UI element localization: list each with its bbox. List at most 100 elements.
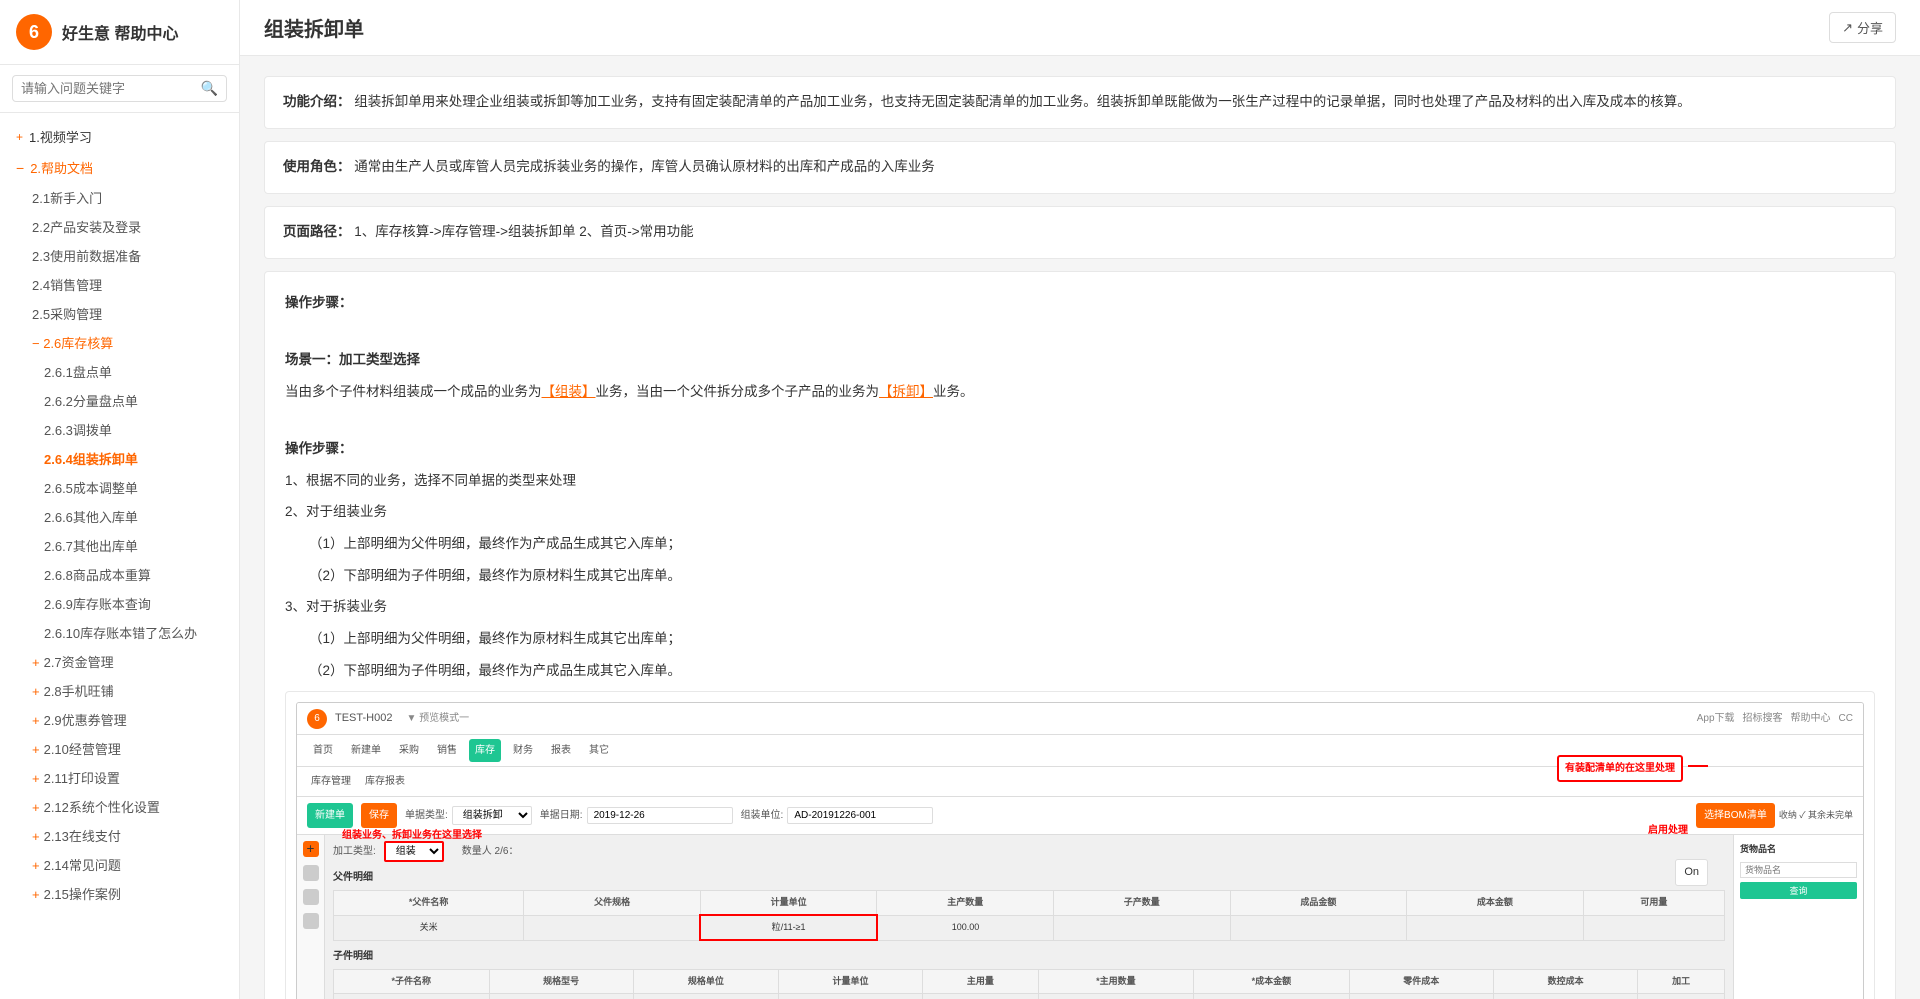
sidebar-item-other-in[interactable]: 2.6.6其他入库单: [0, 502, 239, 531]
sidebar-item-ledger[interactable]: 2.6.9库存账本查询: [0, 589, 239, 618]
mock-help: 帮助中心: [1791, 709, 1831, 728]
step3-1: （1）上部明细为父件明细，最终作为原材料生成其它出库单；: [285, 626, 1875, 652]
step1: 1、根据不同的业务，选择不同单据的类型来处理: [285, 468, 1875, 494]
sidebar-item-stocktake[interactable]: 2.6.1盘点单: [0, 357, 239, 386]
mock-icon-1[interactable]: +: [303, 841, 319, 857]
mock-nav-finance[interactable]: 财务: [507, 739, 539, 762]
sidebar-item-cost-recalc[interactable]: 2.6.8商品成本重算: [0, 560, 239, 589]
mock-field-id-input[interactable]: [787, 807, 933, 824]
mock-bidding: 招标搜客: [1743, 709, 1783, 728]
search-box[interactable]: 🔍: [12, 75, 227, 102]
role-block: 使用角色： 通常由生产人员或库管人员完成拆装业务的操作，库管人员确认原材料的出库…: [264, 141, 1896, 194]
mock-lth-1: *子件名称: [334, 970, 490, 994]
sidebar-item-prepare[interactable]: 2.3使用前数据准备: [0, 241, 239, 270]
sidebar-item-other-out[interactable]: 2.6.7其他出库单: [0, 531, 239, 560]
mock-nav-other[interactable]: 其它: [583, 739, 615, 762]
sidebar-item-purchase[interactable]: 2.5采购管理: [0, 299, 239, 328]
annotation-bom: 有装配清单的在这里处理: [1557, 755, 1683, 782]
mock-bom-btn[interactable]: 选择BOM清单: [1696, 803, 1775, 828]
sidebar-item-assembly[interactable]: 2.6.4组装拆卸单: [0, 444, 239, 473]
mock-lc-1: 黄豆 1: [334, 994, 490, 999]
mock-upper-table: *父件名称 父件规格 计量单位 主产数量 子产数量 成品金额 成本金额 可用量: [333, 890, 1725, 941]
sidebar-item-inventory[interactable]: − 2.6库存核算: [0, 328, 239, 357]
mock-nav-sales[interactable]: 销售: [431, 739, 463, 762]
mock-nav-home[interactable]: 首页: [307, 739, 339, 762]
mock-upper-label: 父件明细: [333, 868, 1725, 887]
sidebar-item-cost-adjust[interactable]: 2.6.5成本调整单: [0, 473, 239, 502]
sidebar-item-faq[interactable]: +2.14常见问题: [0, 850, 239, 879]
mock-save-btn[interactable]: 保存: [361, 803, 397, 828]
sidebar-item-docs[interactable]: − 2.帮助文档: [0, 152, 239, 183]
sidebar-item-ledger-fix[interactable]: 2.6.10库存账本错了怎么办: [0, 618, 239, 647]
mock-lth-9: 数控成本: [1493, 970, 1637, 994]
path-text: 1、库存核算->库存管理->组装拆卸单 2、首页->常用功能: [354, 224, 693, 239]
sidebar-item-install[interactable]: 2.2产品安装及登录: [0, 212, 239, 241]
sidebar-item-finance[interactable]: +2.7资金管理: [0, 647, 239, 676]
sidebar: 6 好生意 帮助中心 🔍 + 1.视频学习 − 2.帮助文档 2.1新手入门 2…: [0, 0, 240, 999]
sidebar-item-sales[interactable]: 2.4销售管理: [0, 270, 239, 299]
mock-upper-cell-amt1: [1230, 915, 1407, 940]
mock-lth-8: 零件成本: [1349, 970, 1493, 994]
mock-nav-reports[interactable]: 报表: [545, 739, 577, 762]
sidebar-item-cases[interactable]: +2.15操作案例: [0, 879, 239, 908]
search-area: 🔍: [0, 65, 239, 113]
mock-subnav-item1[interactable]: 库存管理: [307, 770, 355, 793]
mock-field-id-label: 组装单位:: [741, 806, 784, 825]
sidebar-item-payment[interactable]: +2.13在线支付: [0, 821, 239, 850]
search-input[interactable]: [21, 81, 201, 96]
assembly-link[interactable]: 【组装】: [542, 384, 596, 399]
mock-rp-input[interactable]: [1740, 862, 1857, 878]
mock-field-type-input[interactable]: 组装拆卸: [452, 806, 532, 825]
share-icon: ↗: [1842, 20, 1853, 36]
mock-body: + 加工类型: 组装 拆卸: [297, 835, 1863, 999]
mock-lth-6: *主用数量: [1038, 970, 1194, 994]
mock-lc-6: [1038, 994, 1194, 999]
mock-lc-8: 0.00: [1349, 994, 1493, 999]
mock-upper-cell-qty2: [1053, 915, 1230, 940]
logo-area: 6 好生意 帮助中心: [0, 0, 239, 65]
sidebar-item-partial-stocktake[interactable]: 2.6.2分量盘点单: [0, 386, 239, 415]
mock-field-date-input[interactable]: [587, 807, 733, 824]
share-label: 分享: [1857, 18, 1883, 37]
content-area: 功能介绍： 组装拆卸单用来处理企业组装或拆卸等加工业务，支持有固定装配清单的产品…: [240, 56, 1920, 999]
mock-nav-inventory[interactable]: 库存: [469, 739, 501, 762]
mock-subnav-item2[interactable]: 库存报表: [361, 770, 409, 793]
mock-lth-10: 加工: [1638, 970, 1725, 994]
mock-rp-search-btn[interactable]: 查询: [1740, 882, 1857, 899]
sidebar-item-video[interactable]: + 1.视频学习: [0, 121, 239, 152]
sidebar-item-transfer[interactable]: 2.6.3调拨单: [0, 415, 239, 444]
mock-field-date: 单据日期:: [540, 806, 733, 825]
mock-toolbar: 新建单 保存 单据类型: 组装拆卸 单据日期:: [297, 797, 1863, 835]
mock-field-date-label: 单据日期:: [540, 806, 583, 825]
mock-upper-cell-qty1: 100.00: [877, 915, 1054, 940]
mock-upper-cell-spec: [524, 915, 701, 940]
step3: 3、对于拆装业务: [285, 594, 1875, 620]
mock-topbar: 6 TEST-H002 ▼ 预览模式一 App下载 招标搜客 帮助中心 CC: [297, 703, 1863, 735]
mock-upper-cell-unit[interactable]: 粒/11-≥1: [700, 915, 877, 940]
mock-lc-2: 南北≤+1: [489, 994, 633, 999]
mock-new-btn[interactable]: 新建单: [307, 803, 353, 828]
mock-upper-cell-amt2: [1407, 915, 1584, 940]
search-icon[interactable]: 🔍: [201, 80, 218, 97]
sidebar-item-print[interactable]: +2.11打印设置: [0, 763, 239, 792]
sidebar-item-customization[interactable]: +2.12系统个性化设置: [0, 792, 239, 821]
share-button[interactable]: ↗ 分享: [1829, 12, 1896, 43]
disassembly-link[interactable]: 【拆卸】: [879, 384, 933, 399]
sidebar-item-mobile[interactable]: +2.8手机旺铺: [0, 676, 239, 705]
annotation-enable: 启用处理: [1648, 821, 1688, 840]
mock-lth-7: *成本金额: [1194, 970, 1350, 994]
mock-th-5: 子产数量: [1053, 891, 1230, 916]
mock-field-id: 组装单位:: [741, 806, 934, 825]
mock-lc-3: 40-≥1: [633, 994, 778, 999]
mock-upper-cell-avail: [1583, 915, 1724, 940]
sidebar-item-operations[interactable]: +2.10经营管理: [0, 734, 239, 763]
sidebar-item-label: 2.帮助文档: [30, 158, 93, 177]
path-block: 页面路径： 1、库存核算->库存管理->组装拆卸单 2、首页->常用功能: [264, 206, 1896, 259]
mock-lth-2: 规格型号: [489, 970, 633, 994]
mock-nav-purchase[interactable]: 采购: [393, 739, 425, 762]
sidebar-item-newbie[interactable]: 2.1新手入门: [0, 183, 239, 212]
mock-nav-new[interactable]: 新建单: [345, 739, 387, 762]
mock-title: TEST-H002: [335, 708, 392, 729]
sidebar-item-coupon[interactable]: +2.9优惠券管理: [0, 705, 239, 734]
mock-lower-row-1: 黄豆 1 南北≤+1 40-≥1 40-≥1 0.00: [334, 994, 1725, 999]
